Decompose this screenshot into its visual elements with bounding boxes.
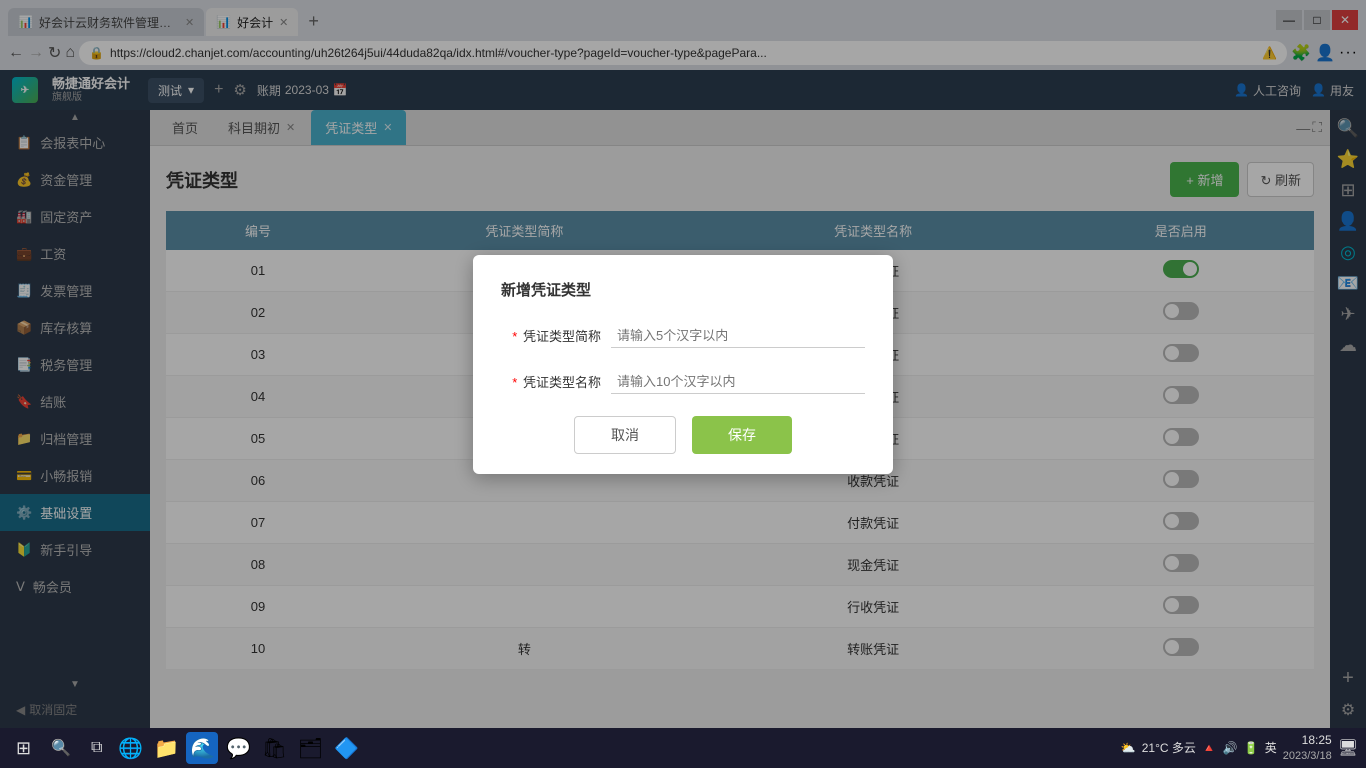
clock-time: 18:25 — [1283, 733, 1332, 749]
modal-overlay[interactable]: 新增凭证类型 * 凭证类型简称 * 凭证类型名称 取消 保存 — [0, 0, 1366, 728]
full-name-input[interactable] — [611, 370, 865, 394]
dialog-actions: 取消 保存 — [501, 416, 865, 454]
notification-btn[interactable]: 🖥 — [1338, 738, 1358, 758]
required-star-2: * — [512, 375, 517, 390]
cancel-button[interactable]: 取消 — [574, 416, 676, 454]
clock-display: 18:25 2023/3/18 — [1283, 733, 1332, 763]
full-name-label: * 凭证类型名称 — [501, 372, 601, 391]
lang-indicator[interactable]: 英 — [1265, 739, 1277, 756]
short-name-label: * 凭证类型简称 — [501, 326, 601, 345]
task-view-btn[interactable]: ⧉ — [83, 735, 110, 761]
short-name-label-text: 凭证类型简称 — [523, 329, 601, 344]
taskbar-win-store-icon[interactable]: 🛍 — [258, 732, 290, 764]
taskbar-edge2-icon[interactable]: 🔷 — [330, 732, 362, 764]
start-btn[interactable]: ⊞ — [8, 734, 39, 763]
required-star-1: * — [512, 329, 517, 344]
taskbar-folder-icon[interactable]: 📁 — [150, 732, 182, 764]
taskbar-chrome-icon[interactable]: 🌐 — [114, 732, 146, 764]
taskbar-edge-icon[interactable]: 🌊 — [186, 732, 218, 764]
network-icon: 🔺 — [1202, 741, 1217, 755]
clock-date: 2023/3/18 — [1283, 749, 1332, 763]
dialog-title: 新增凭证类型 — [501, 279, 865, 300]
short-name-input[interactable] — [611, 324, 865, 348]
taskbar-files-icon[interactable]: 🗂 — [294, 732, 326, 764]
battery-icon: 🔋 — [1244, 741, 1259, 755]
search-taskbar-btn[interactable]: 🔍 — [43, 734, 79, 762]
form-row-fullname: * 凭证类型名称 — [501, 370, 865, 394]
weather-icon: ⛅ — [1121, 741, 1136, 755]
form-row-short: * 凭证类型简称 — [501, 324, 865, 348]
sound-icon: 🔊 — [1223, 741, 1238, 755]
add-voucher-type-dialog: 新增凭证类型 * 凭证类型简称 * 凭证类型名称 取消 保存 — [473, 255, 893, 474]
save-button[interactable]: 保存 — [692, 416, 792, 454]
taskbar-wechat-icon[interactable]: 💬 — [222, 732, 254, 764]
full-name-label-text: 凭证类型名称 — [523, 375, 601, 390]
taskbar: ⊞ 🔍 ⧉ 🌐 📁 🌊 💬 🛍 🗂 🔷 ⛅ 21°C 多云 🔺 🔊 🔋 英 18… — [0, 728, 1366, 768]
taskbar-right: ⛅ 21°C 多云 🔺 🔊 🔋 英 18:25 2023/3/18 🖥 — [1121, 733, 1358, 763]
weather-temp: 21°C 多云 — [1142, 739, 1196, 756]
